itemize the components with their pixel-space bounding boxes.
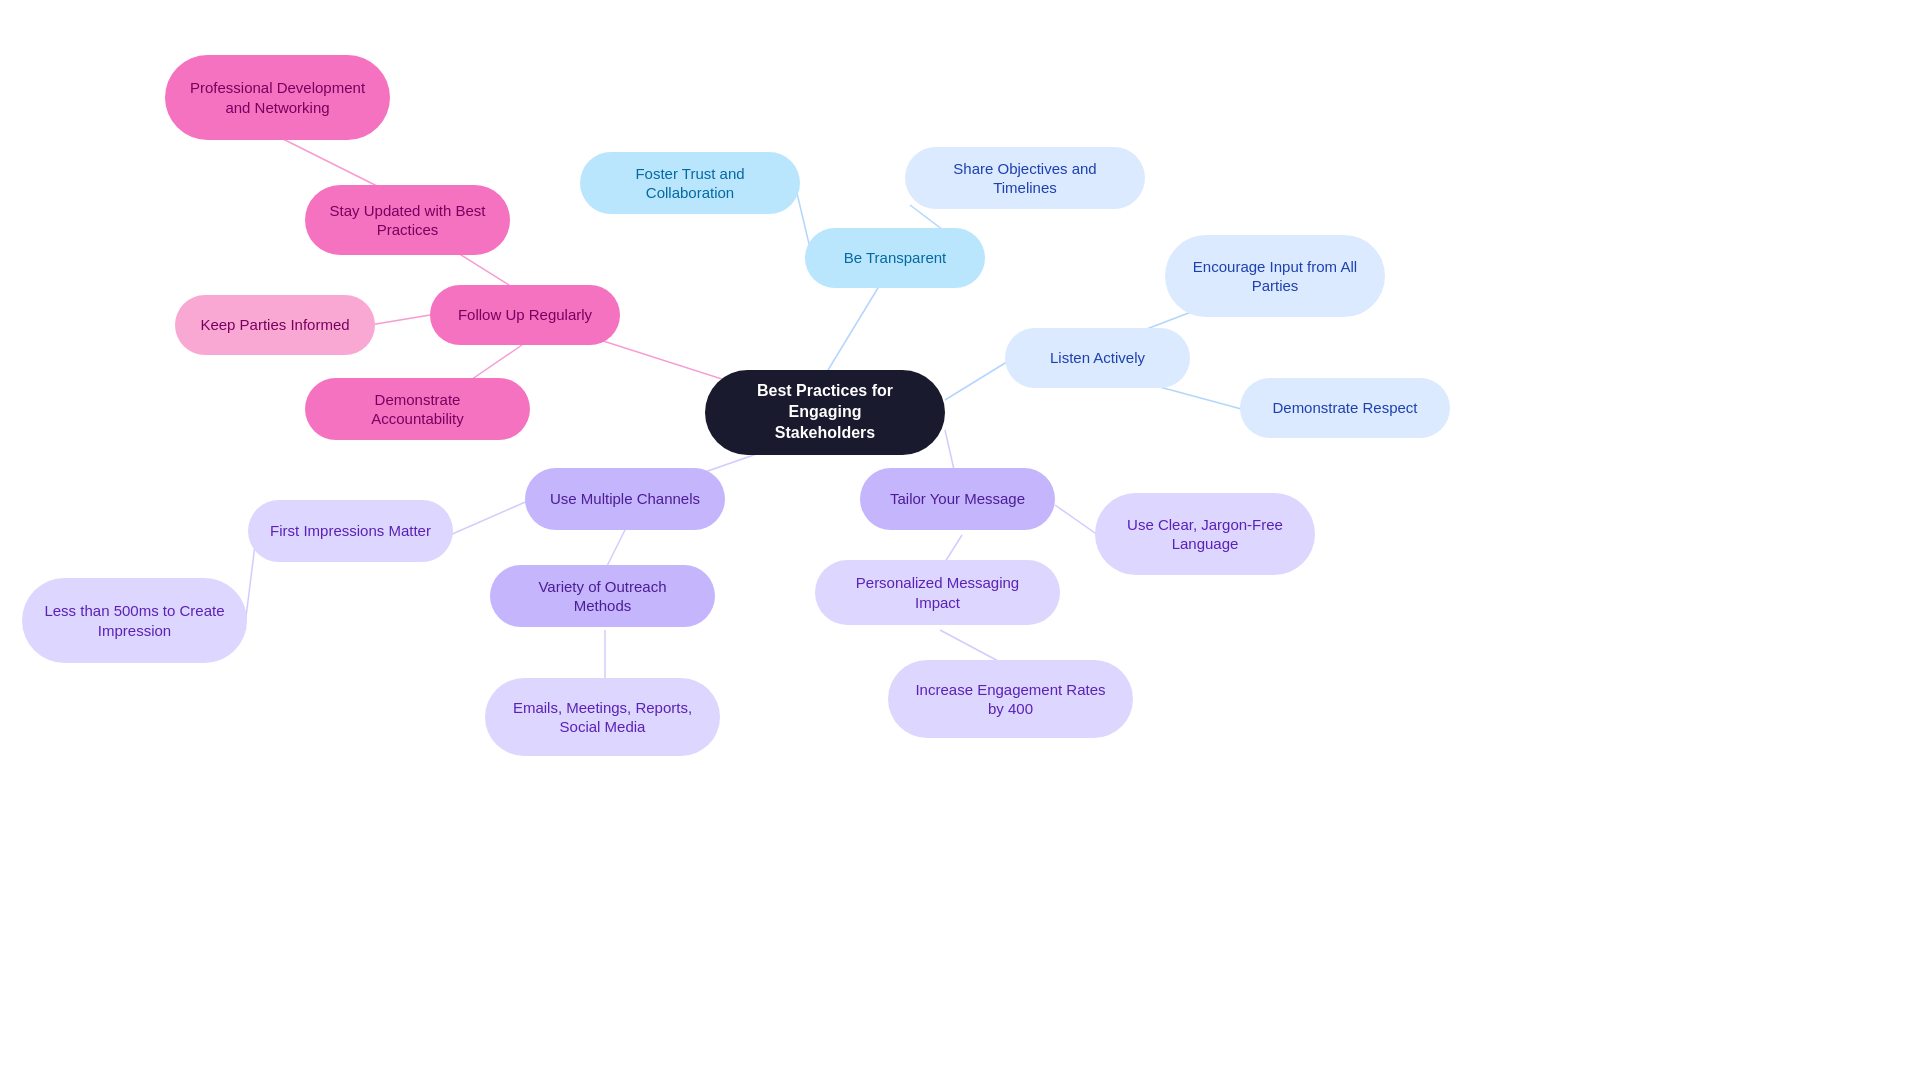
node-be-transparent: Be Transparent bbox=[805, 228, 985, 288]
node-emails-meetings: Emails, Meetings, Reports, Social Media bbox=[485, 678, 720, 756]
node-follow-up: Follow Up Regularly bbox=[430, 285, 620, 345]
node-use-multiple-channels: Use Multiple Channels bbox=[525, 468, 725, 530]
node-foster-trust: Foster Trust and Collaboration bbox=[580, 152, 800, 214]
node-encourage-input: Encourage Input from All Parties bbox=[1165, 235, 1385, 317]
node-demonstrate-respect: Demonstrate Respect bbox=[1240, 378, 1450, 438]
node-listen-actively: Listen Actively bbox=[1005, 328, 1190, 388]
node-stay-updated: Stay Updated with Best Practices bbox=[305, 185, 510, 255]
svg-line-8 bbox=[945, 360, 1010, 400]
node-tailor-message: Tailor Your Message bbox=[860, 468, 1055, 530]
node-variety-outreach: Variety of Outreach Methods bbox=[490, 565, 715, 627]
center-node: Best Practices for Engaging Stakeholders bbox=[705, 370, 945, 455]
node-professional-dev: Professional Development and Networking bbox=[165, 55, 390, 140]
node-share-objectives: Share Objectives and Timelines bbox=[905, 147, 1145, 209]
node-first-impressions: First Impressions Matter bbox=[248, 500, 453, 562]
svg-line-12 bbox=[605, 530, 625, 570]
node-increase-engagement: Increase Engagement Rates by 400 bbox=[888, 660, 1133, 738]
svg-line-3 bbox=[370, 315, 430, 325]
node-personalized-messaging: Personalized Messaging Impact bbox=[815, 560, 1060, 625]
node-less-than-500ms: Less than 500ms to Create Impression bbox=[22, 578, 247, 663]
node-demonstrate-accountability: Demonstrate Accountability bbox=[305, 378, 530, 440]
node-keep-parties: Keep Parties Informed bbox=[175, 295, 375, 355]
mindmap-container: Best Practices for Engaging Stakeholders… bbox=[0, 0, 1920, 1083]
svg-line-14 bbox=[450, 500, 530, 535]
node-use-clear-language: Use Clear, Jargon-Free Language bbox=[1095, 493, 1315, 575]
